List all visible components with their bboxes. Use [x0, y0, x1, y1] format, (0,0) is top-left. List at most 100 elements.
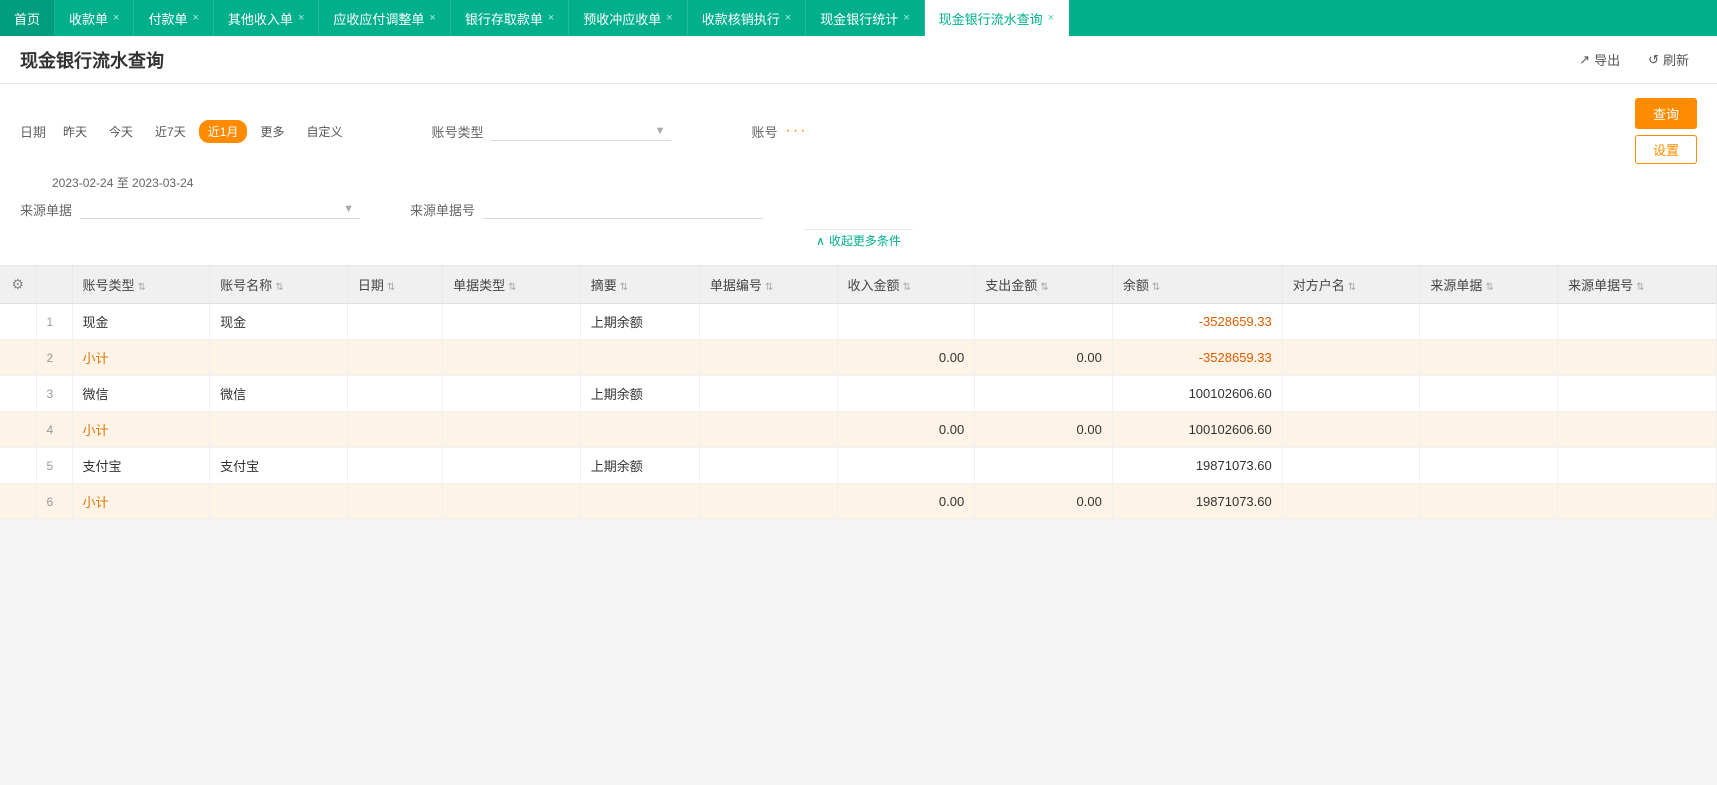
- account-type-dropdown-icon: ▼: [655, 125, 666, 137]
- settings-button[interactable]: 设置: [1635, 135, 1697, 164]
- nav-close-icon[interactable]: ×: [903, 12, 909, 24]
- refresh-icon: ↺: [1648, 52, 1659, 68]
- nav-item-银行存取款单[interactable]: 银行存取款单×: [451, 0, 569, 36]
- row-source-doc: [1420, 412, 1558, 448]
- filter-row-1: 日期 昨天今天近7天近1月更多自定义 账号类型 ▼ 账号 ··· 查询 设置: [20, 98, 1697, 164]
- row-source-doc-no: [1558, 340, 1717, 376]
- data-table: ⚙账号类型⇅账号名称⇅日期⇅单据类型⇅摘要⇅单据编号⇅收入金额⇅支出金额⇅余额⇅…: [0, 266, 1717, 520]
- row-counterparty: [1282, 484, 1420, 520]
- table-header: ⚙账号类型⇅账号名称⇅日期⇅单据类型⇅摘要⇅单据编号⇅收入金额⇅支出金额⇅余额⇅…: [0, 266, 1717, 304]
- row-expense: 0.00: [975, 340, 1113, 376]
- row-source-doc: [1420, 448, 1558, 484]
- row-balance: 100102606.60: [1112, 376, 1282, 412]
- row-income: 0.00: [837, 340, 975, 376]
- table-row: 2小计0.000.00-3528659.33: [0, 340, 1717, 376]
- nav-close-icon[interactable]: ×: [1048, 12, 1054, 24]
- gear-icon[interactable]: ⚙: [11, 276, 24, 292]
- row-counterparty: [1282, 376, 1420, 412]
- row-balance: -3528659.33: [1112, 340, 1282, 376]
- table-row: 1现金现金上期余额-3528659.33: [0, 304, 1717, 340]
- nav-close-icon[interactable]: ×: [785, 12, 791, 24]
- row-counterparty: [1282, 412, 1420, 448]
- row-account-name: 支付宝: [210, 448, 348, 484]
- sort-icon-doc_no: ⇅: [765, 282, 773, 293]
- sort-icon-doc_type: ⇅: [508, 282, 516, 293]
- date-btn-近1月[interactable]: 近1月: [199, 120, 248, 143]
- row-account-type: 小计: [72, 340, 210, 376]
- date-btn-近7天[interactable]: 近7天: [146, 120, 195, 143]
- sort-icon-account_type: ⇅: [138, 282, 146, 293]
- source-doc-no-input[interactable]: [483, 199, 763, 219]
- top-nav: 首页收款单×付款单×其他收入单×应收应付调整单×银行存取款单×预收冲应收单×收款…: [0, 0, 1717, 36]
- row-gear-cell: [0, 412, 36, 448]
- col-header-date: 日期⇅: [347, 266, 442, 304]
- table-row: 5支付宝支付宝上期余额19871073.60: [0, 448, 1717, 484]
- nav-item-现金银行统计[interactable]: 现金银行统计×: [806, 0, 924, 36]
- row-income: 0.00: [837, 484, 975, 520]
- row-doc-no: [699, 340, 837, 376]
- account-type-select[interactable]: ▼: [491, 121, 671, 141]
- col-header-source_doc_no: 来源单据号⇅: [1558, 266, 1717, 304]
- nav-item-收款核销执行[interactable]: 收款核销执行×: [688, 0, 806, 36]
- account-label: 账号: [751, 122, 777, 141]
- row-doc-type: [443, 412, 581, 448]
- nav-close-icon[interactable]: ×: [298, 12, 304, 24]
- nav-item-应收应付调整单[interactable]: 应收应付调整单×: [319, 0, 450, 36]
- sort-icon-summary: ⇅: [620, 282, 628, 293]
- nav-item-现金银行流水查询[interactable]: 现金银行流水查询×: [925, 0, 1069, 36]
- row-balance: 19871073.60: [1112, 448, 1282, 484]
- page-title: 现金银行流水查询: [20, 47, 164, 73]
- source-doc-label: 来源单据: [20, 200, 72, 219]
- collapse-bar: ∧ 收起更多条件: [20, 229, 1697, 251]
- account-dots-button[interactable]: ···: [785, 122, 807, 140]
- row-source-doc: [1420, 376, 1558, 412]
- row-expense: 0.00: [975, 484, 1113, 520]
- row-date: [347, 376, 442, 412]
- row-summary: 上期余额: [580, 304, 699, 340]
- query-button[interactable]: 查询: [1635, 98, 1697, 129]
- row-date: [347, 448, 442, 484]
- row-date: [347, 304, 442, 340]
- table-row: 6小计0.000.0019871073.60: [0, 484, 1717, 520]
- source-doc-select[interactable]: ▼: [80, 199, 360, 219]
- nav-item-预收冲应收单[interactable]: 预收冲应收单×: [569, 0, 687, 36]
- row-doc-type: [443, 448, 581, 484]
- row-expense: [975, 304, 1113, 340]
- nav-item-首页[interactable]: 首页: [0, 0, 55, 36]
- row-doc-no: [699, 484, 837, 520]
- export-button[interactable]: ↗ 导出: [1571, 46, 1628, 73]
- row-account-type: 现金: [72, 304, 210, 340]
- col-header-gear[interactable]: ⚙: [0, 266, 36, 304]
- row-date: [347, 340, 442, 376]
- date-btn-昨天[interactable]: 昨天: [54, 120, 96, 143]
- collapse-button[interactable]: ∧ 收起更多条件: [804, 229, 913, 251]
- nav-close-icon[interactable]: ×: [429, 12, 435, 24]
- row-gear-cell: [0, 448, 36, 484]
- row-index: 4: [36, 412, 72, 448]
- nav-item-付款单[interactable]: 付款单×: [134, 0, 213, 36]
- nav-close-icon[interactable]: ×: [548, 12, 554, 24]
- refresh-button[interactable]: ↺ 刷新: [1640, 46, 1697, 73]
- row-source-doc-no: [1558, 412, 1717, 448]
- row-date: [347, 412, 442, 448]
- row-index: 6: [36, 484, 72, 520]
- date-btn-更多[interactable]: 更多: [251, 120, 293, 143]
- date-label: 日期: [20, 122, 46, 141]
- row-expense: [975, 376, 1113, 412]
- row-gear-cell: [0, 376, 36, 412]
- date-btn-自定义[interactable]: 自定义: [297, 120, 351, 143]
- sort-icon-expense: ⇅: [1040, 282, 1048, 293]
- row-doc-no: [699, 448, 837, 484]
- nav-close-icon[interactable]: ×: [192, 12, 198, 24]
- row-income: 0.00: [837, 412, 975, 448]
- col-header-source_doc: 来源单据⇅: [1420, 266, 1558, 304]
- nav-close-icon[interactable]: ×: [113, 12, 119, 24]
- row-doc-type: [443, 376, 581, 412]
- nav-item-收款单[interactable]: 收款单×: [55, 0, 134, 36]
- date-btn-今天[interactable]: 今天: [100, 120, 142, 143]
- row-account-name: [210, 484, 348, 520]
- nav-item-其他收入单[interactable]: 其他收入单×: [214, 0, 319, 36]
- nav-close-icon[interactable]: ×: [666, 12, 672, 24]
- row-index: 3: [36, 376, 72, 412]
- date-buttons: 昨天今天近7天近1月更多自定义: [54, 120, 351, 143]
